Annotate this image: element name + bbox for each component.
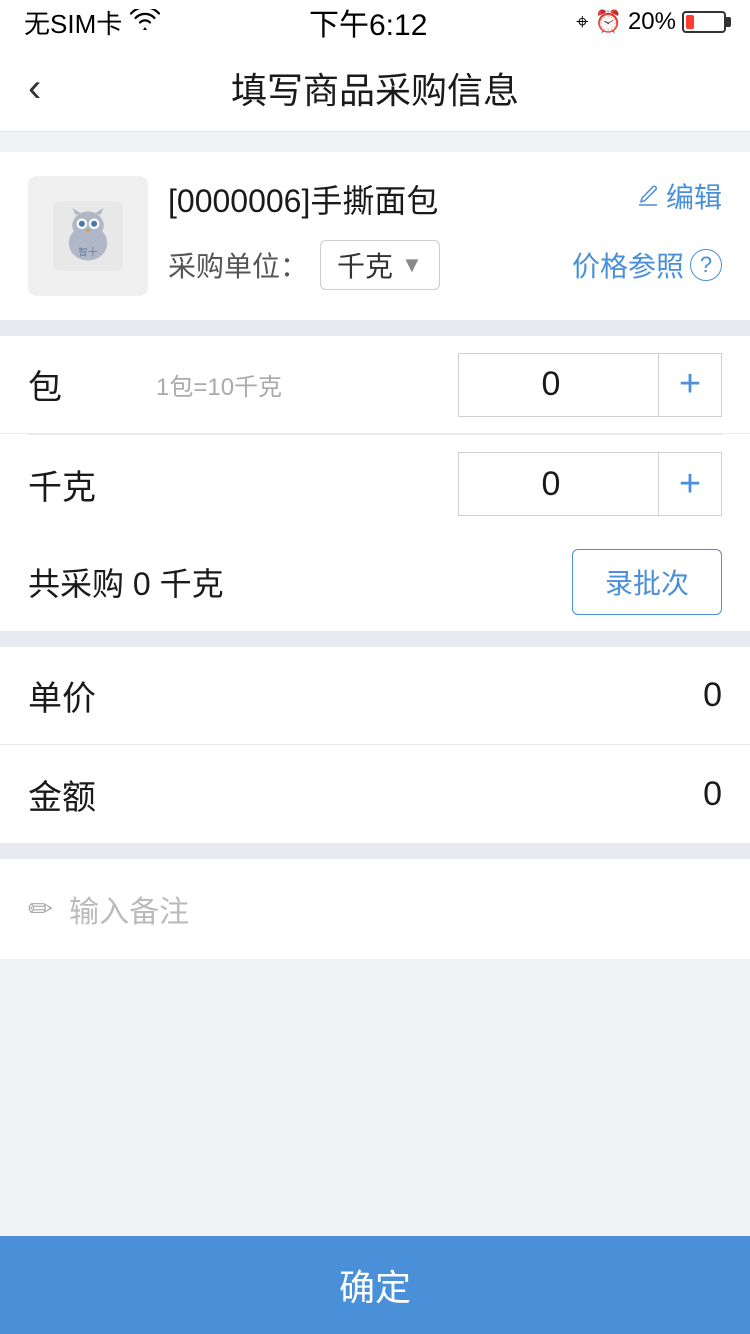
product-card: 智十 [0000006]手撕面包 编辑 采购单位： 千克 ▼ [0,152,750,320]
nav-bar: ‹ 填写商品采购信息 [0,44,750,132]
kg-row: 千克 + [0,435,750,533]
bag-quantity-input[interactable] [458,353,658,417]
unit-value: 千克 [337,245,393,285]
amount-row: 金额 0 [0,745,750,843]
bag-sub: 1包=10千克 [156,367,282,402]
unit-price-value: 0 [703,676,722,715]
divider-2 [0,631,750,647]
dropdown-icon: ▼ [401,252,423,278]
alarm-icon: ⏰ [595,9,622,35]
status-left: 无SIM卡 [24,4,160,41]
unit-select[interactable]: 千克 ▼ [320,240,440,290]
bag-label: 包 [28,360,148,409]
svg-text:智十: 智十 [78,246,98,258]
notes-section[interactable]: ✏ 输入备注 [0,859,750,959]
confirm-button[interactable]: 确定 [339,1259,411,1311]
summary-row: 共采购 0 千克 录批次 [0,533,750,631]
kg-quantity-input[interactable] [458,452,658,516]
back-button[interactable]: ‹ [28,68,41,108]
no-sim-text: 无SIM卡 [24,4,122,41]
kg-label: 千克 [28,460,148,509]
unit-price-row: 单价 0 [0,647,750,745]
batch-button[interactable]: 录批次 [572,549,722,615]
location-icon: ⌖ [576,9,588,35]
wifi-icon [130,7,160,38]
amount-label: 金额 [28,770,96,819]
product-name: [0000006]手撕面包 [168,176,438,222]
product-thumbnail: 智十 [28,176,148,296]
pencil-icon: ✏ [28,892,53,927]
bag-row: 包 1包=10千克 + [0,336,750,434]
bag-plus-button[interactable]: + [658,353,722,417]
unit-label: 采购单位： [168,245,308,285]
divider-1 [0,320,750,336]
price-section: 单价 0 金额 0 [0,647,750,843]
amount-value: 0 [703,775,722,814]
battery-percent: 20% [628,8,676,36]
status-right: ⌖ ⏰ 20% [576,8,726,36]
summary-text: 共采购 0 千克 [28,559,224,605]
product-info: [0000006]手撕面包 编辑 采购单位： 千克 ▼ 价格参照 ? [168,176,722,290]
kg-plus-button[interactable]: + [658,452,722,516]
battery-icon [682,11,726,33]
notes-placeholder: 输入备注 [69,887,189,931]
divider-3 [0,843,750,859]
status-time: 下午6:12 [309,0,427,44]
form-section: 包 1包=10千克 + 千克 + [0,336,750,533]
edit-button[interactable]: 编辑 [636,176,722,216]
help-icon: ? [690,249,722,281]
price-ref-button[interactable]: 价格参照 ? [572,245,722,285]
confirm-bar[interactable]: 确定 [0,1236,750,1334]
status-bar: 无SIM卡 下午6:12 ⌖ ⏰ 20% [0,0,750,44]
unit-price-label: 单价 [28,671,96,720]
page-title: 填写商品采购信息 [231,62,519,114]
